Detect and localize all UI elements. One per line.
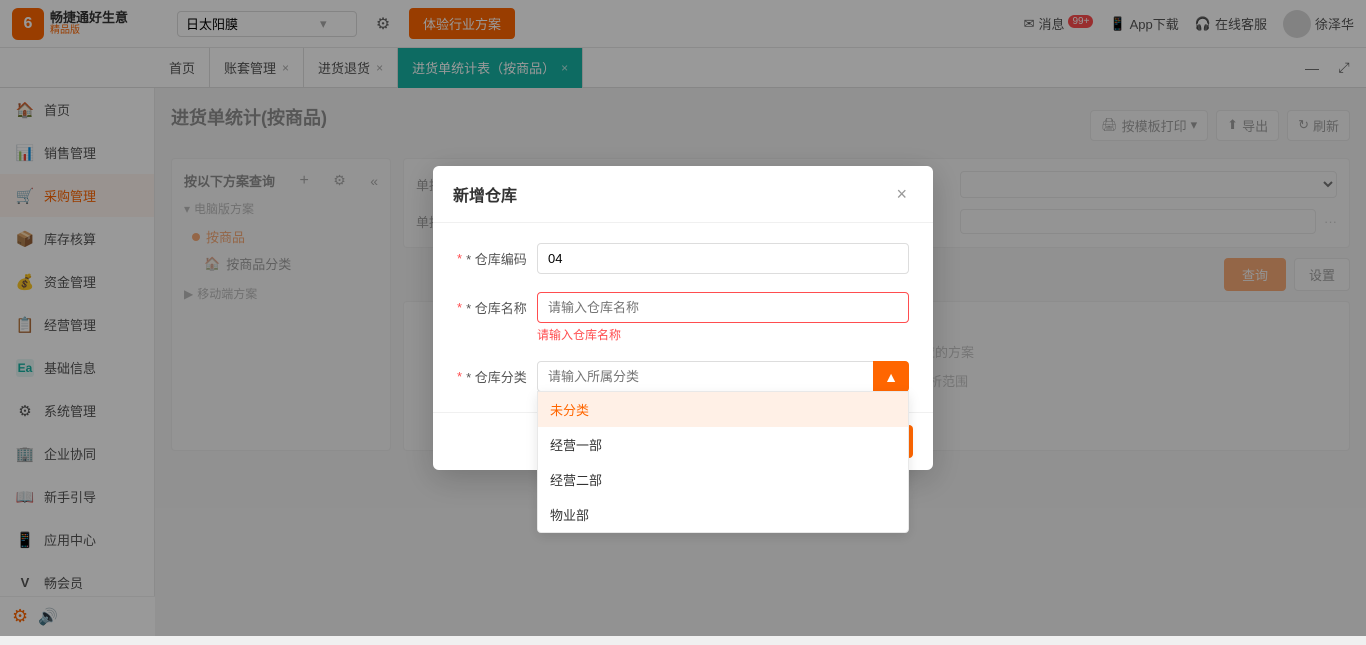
category-control-wrap: ▲ 未分类 经营一部 经营二部 物业部 <box>537 361 909 392</box>
category-label: * * 仓库分类 <box>457 361 537 386</box>
name-label: * * 仓库名称 <box>457 292 537 317</box>
dropdown-item-unclassified[interactable]: 未分类 <box>538 392 908 427</box>
code-required-star: * <box>457 251 462 266</box>
modal-header: 新增仓库 × <box>433 166 933 223</box>
modal-overlay: 新增仓库 × * * 仓库编码 * * 仓库名称 <box>0 0 1366 636</box>
form-field-code: * * 仓库编码 <box>457 243 909 274</box>
category-input[interactable] <box>537 361 909 392</box>
modal-title: 新增仓库 <box>453 182 517 206</box>
form-field-name: * * 仓库名称 请输入仓库名称 <box>457 292 909 343</box>
category-required-star: * <box>457 369 462 384</box>
code-control-wrap <box>537 243 909 274</box>
name-control-wrap: 请输入仓库名称 <box>537 292 909 343</box>
dropdown-item-property[interactable]: 物业部 <box>538 497 908 532</box>
category-dropdown: 未分类 经营一部 经营二部 物业部 <box>537 391 909 533</box>
modal-body: * * 仓库编码 * * 仓库名称 请输入仓库名称 <box>433 223 933 412</box>
name-required-star: * <box>457 300 462 315</box>
dropdown-item-ops1[interactable]: 经营一部 <box>538 427 908 462</box>
modal-close-button[interactable]: × <box>890 183 913 205</box>
new-warehouse-modal: 新增仓库 × * * 仓库编码 * * 仓库名称 <box>433 166 933 470</box>
code-input[interactable] <box>537 243 909 274</box>
category-arrow-btn[interactable]: ▲ <box>873 361 909 392</box>
code-label: * * 仓库编码 <box>457 243 537 268</box>
name-error-msg: 请输入仓库名称 <box>537 326 909 343</box>
form-field-category: * * 仓库分类 ▲ 未分类 经营一部 经营二部 物业部 <box>457 361 909 392</box>
dropdown-item-ops2[interactable]: 经营二部 <box>538 462 908 497</box>
name-input[interactable] <box>537 292 909 323</box>
